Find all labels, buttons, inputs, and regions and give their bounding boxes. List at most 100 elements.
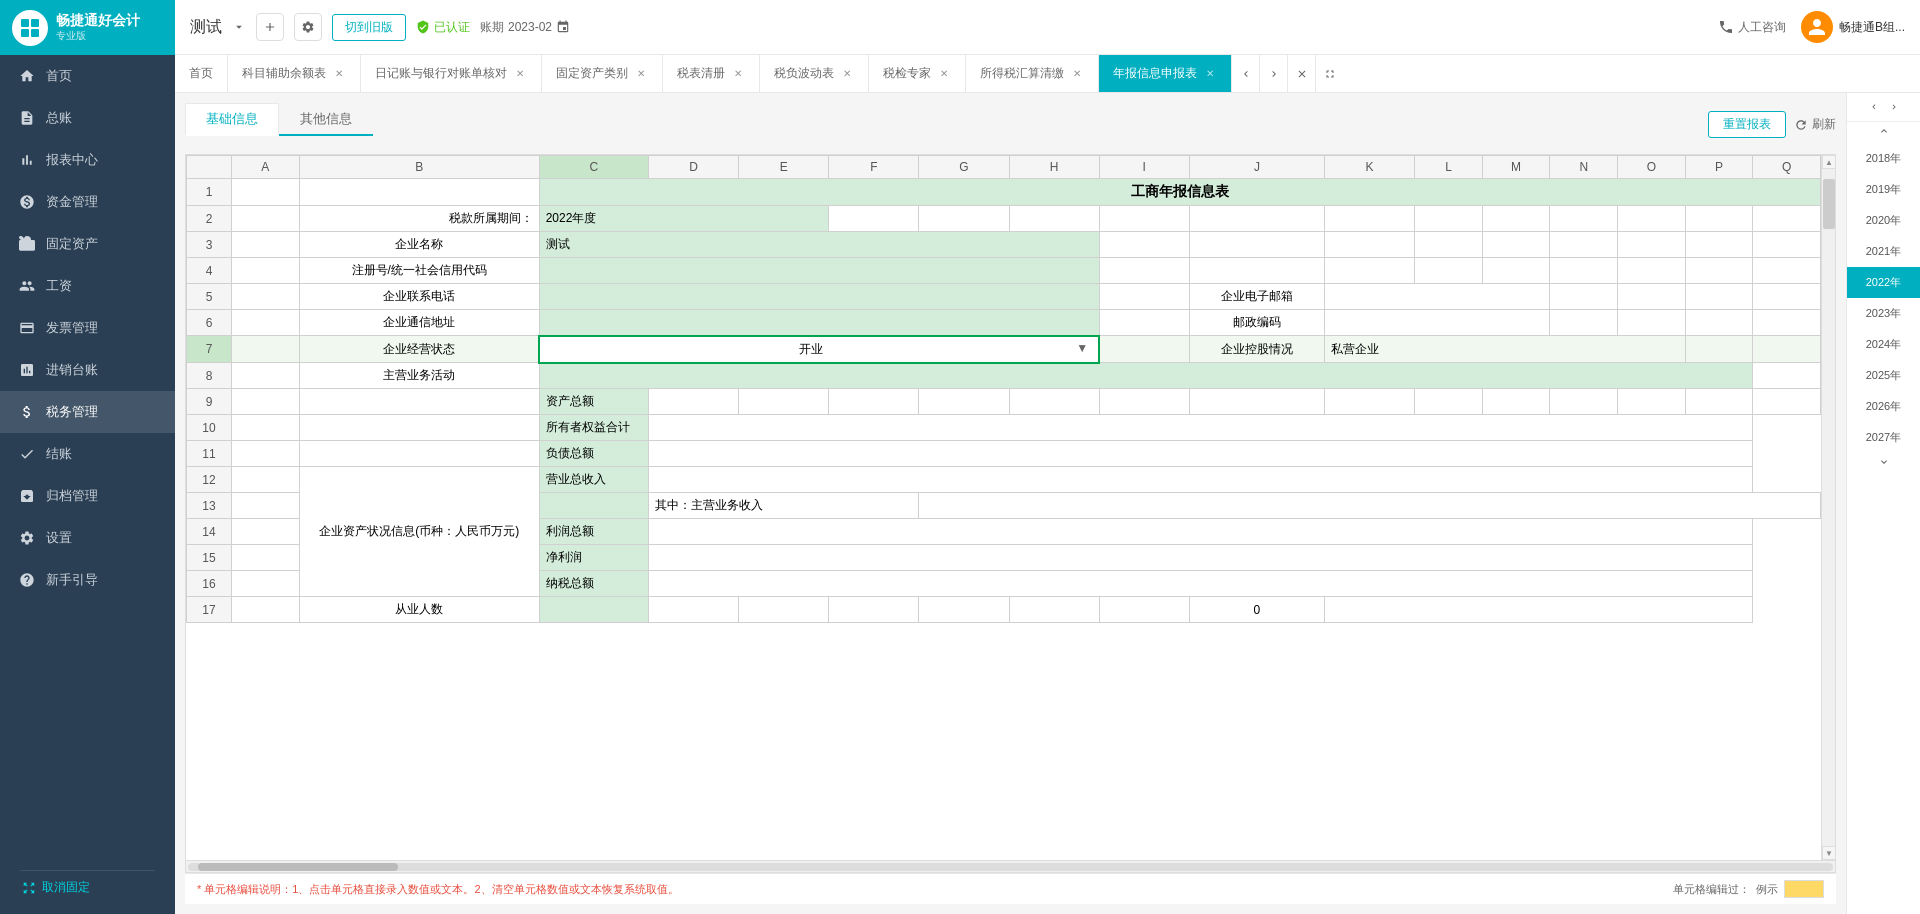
cell-7-c-dropdown[interactable]: 开业 ▼ [539,336,1099,363]
cell-17-i[interactable] [1099,597,1189,623]
tab-income-tax-close[interactable]: ✕ [1070,67,1084,81]
cell-5-o[interactable] [1618,284,1686,310]
tab-annual-report-close[interactable]: ✕ [1203,67,1217,81]
cell-1-b[interactable] [299,179,539,206]
cell-8-c[interactable] [539,363,1753,389]
sub-tab-basic[interactable]: 基础信息 [185,103,279,136]
cell-7-i[interactable] [1099,336,1189,363]
sidebar-item-archive[interactable]: 归档管理 [0,475,175,517]
cell-13-a[interactable] [232,493,300,519]
cell-17-a[interactable] [232,597,300,623]
year-2021[interactable]: 2021年 [1847,236,1920,267]
cell-3-o[interactable] [1618,232,1686,258]
cell-2-i[interactable] [1099,206,1189,232]
cell-3-p[interactable] [1685,232,1753,258]
cell-5-c[interactable] [539,284,1099,310]
cell-4-j[interactable] [1189,258,1324,284]
cell-6-c[interactable] [539,310,1099,336]
switch-to-old-btn[interactable]: 切到旧版 [332,14,406,41]
col-i[interactable]: I [1099,156,1189,179]
col-m[interactable]: M [1482,156,1550,179]
col-a[interactable]: A [232,156,300,179]
cell-3-q[interactable] [1753,232,1821,258]
cancel-fixed-btn[interactable]: 取消固定 [10,871,165,904]
tab-tax-inspection-close[interactable]: ✕ [937,67,951,81]
sub-tab-other[interactable]: 其他信息 [279,103,373,134]
cell-12-d[interactable] [648,467,1752,493]
cell-3-m[interactable] [1482,232,1550,258]
cell-2-a[interactable] [232,206,300,232]
vertical-scrollbar[interactable]: ▲ ▼ [1821,155,1835,860]
cell-6-q[interactable] [1753,310,1821,336]
tab-tax-fluctuation[interactable]: 税负波动表 ✕ [760,55,869,92]
cell-7-q[interactable] [1753,336,1821,363]
cell-7-j[interactable]: 企业控股情况 [1189,336,1324,363]
cell-6-p[interactable] [1685,310,1753,336]
cell-2-k[interactable] [1325,206,1415,232]
hscroll-thumb[interactable] [198,863,398,871]
tab-tax-inspection[interactable]: 税检专家 ✕ [869,55,966,92]
cell-3-j[interactable] [1189,232,1324,258]
cell-3-b[interactable]: 企业名称 [299,232,539,258]
cell-5-b[interactable]: 企业联系电话 [299,284,539,310]
cell-5-a[interactable] [232,284,300,310]
year-2026[interactable]: 2026年 [1847,391,1920,422]
cell-2-p[interactable] [1685,206,1753,232]
cell-3-c[interactable]: 测试 [539,232,1099,258]
sidebar-item-inventory[interactable]: 进销台账 [0,349,175,391]
cell-5-i[interactable] [1099,284,1189,310]
cell-6-o[interactable] [1618,310,1686,336]
col-g[interactable]: G [919,156,1009,179]
cell-12-b[interactable]: 企业资产状况信息(币种：人民币万元) [299,467,539,597]
cell-2-n[interactable] [1550,206,1618,232]
cell-4-c[interactable] [539,258,1099,284]
cell-16-a[interactable] [232,571,300,597]
cell-12-c[interactable]: 营业总收入 [539,467,648,493]
cell-2-o[interactable] [1618,206,1686,232]
sidebar-item-guide[interactable]: 新手引导 [0,559,175,601]
tab-home[interactable]: 首页 [175,55,228,92]
cell-2-c[interactable]: 2022年度 [539,206,829,232]
cell-5-j[interactable]: 企业电子邮箱 [1189,284,1324,310]
cell-7-b[interactable]: 企业经营状态 [299,336,539,363]
year-2018[interactable]: 2018年 [1847,143,1920,174]
cell-6-k[interactable] [1325,310,1550,336]
cell-17-g[interactable] [919,597,1009,623]
cell-13-c[interactable] [539,493,648,519]
cell-15-a[interactable] [232,545,300,571]
user-info[interactable]: 畅捷通B组... [1801,11,1905,43]
cell-4-k[interactable] [1325,258,1415,284]
col-c[interactable]: C [539,156,648,179]
tab-prev-btn[interactable] [1232,55,1260,92]
sidebar-item-tax[interactable]: 税务管理 [0,391,175,433]
cell-16-c[interactable]: 纳税总额 [539,571,648,597]
cell-9-l[interactable] [1415,389,1483,415]
col-f[interactable]: F [829,156,919,179]
cell-15-c[interactable]: 净利润 [539,545,648,571]
cell-10-b[interactable] [299,415,539,441]
cell-9-f[interactable] [829,389,919,415]
cell-15-d[interactable] [648,545,1752,571]
cell-6-b[interactable]: 企业通信地址 [299,310,539,336]
sidebar-item-reports[interactable]: 报表中心 [0,139,175,181]
cell-9-i[interactable] [1099,389,1189,415]
cell-5-q[interactable] [1753,284,1821,310]
cell-4-n[interactable] [1550,258,1618,284]
cell-11-c[interactable]: 负债总额 [539,441,648,467]
cell-3-a[interactable] [232,232,300,258]
tab-expand-btn[interactable] [1316,55,1344,92]
cell-5-n[interactable] [1550,284,1618,310]
hscroll-track[interactable] [188,863,1833,871]
cell-1-a[interactable] [232,179,300,206]
cell-17-d[interactable] [648,597,738,623]
cell-13-d[interactable]: 其中：主营业务收入 [648,493,918,519]
horizontal-scrollbar[interactable] [186,860,1835,872]
cell-7-k[interactable]: 私营企业 [1325,336,1686,363]
year-2020[interactable]: 2020年 [1847,205,1920,236]
service-btn[interactable]: 人工咨询 [1718,19,1786,36]
cell-6-i[interactable] [1099,310,1189,336]
cell-9-k[interactable] [1325,389,1415,415]
cell-14-a[interactable] [232,519,300,545]
cell-9-p[interactable] [1685,389,1753,415]
cell-9-m[interactable] [1482,389,1550,415]
